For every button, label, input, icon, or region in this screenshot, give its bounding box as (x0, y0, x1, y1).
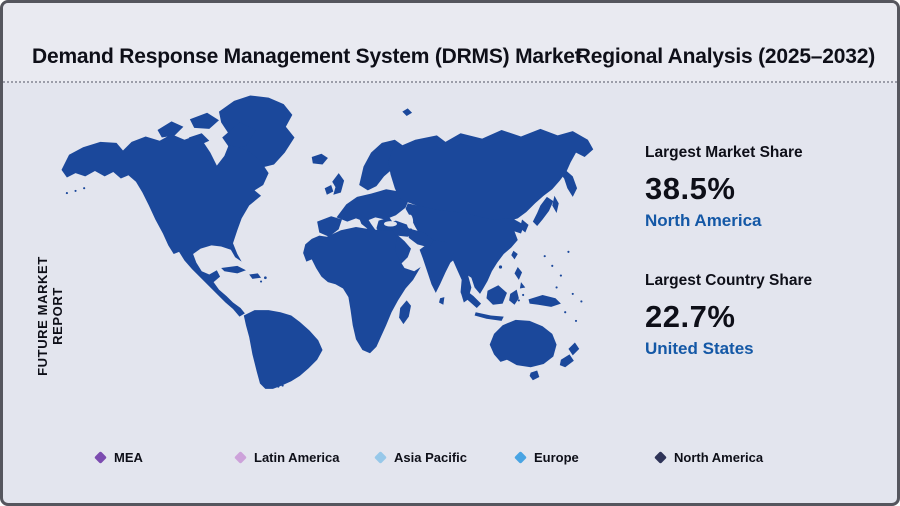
british-isles (324, 173, 345, 195)
australia (489, 319, 557, 368)
stat-value: 38.5% (645, 171, 736, 206)
latin-america-diamond-icon (234, 450, 247, 464)
legend-label: MEA (114, 449, 143, 465)
legend-label: Europe (534, 449, 579, 465)
stat-largest-market-share: Largest Market Share 38.5% North America (645, 144, 895, 231)
stat-label: Largest Market Share (645, 144, 803, 161)
iceland (311, 153, 328, 165)
tasmania (529, 370, 540, 381)
world-map (61, 95, 594, 389)
north-america (61, 134, 269, 317)
stat-label: Largest Country Share (645, 272, 813, 289)
stat-value: 22.7% (645, 299, 736, 334)
stat-region: North America (645, 211, 762, 230)
legend-label: North America (674, 449, 764, 465)
north-america-diamond-icon (654, 450, 667, 464)
new-guinea (528, 295, 561, 307)
legend-item-north-america: North America (654, 447, 764, 467)
caspian-sea (406, 214, 414, 229)
mea-diamond-icon (94, 450, 107, 464)
infographic-frame: Demand Response Management System (DRMS)… (0, 0, 900, 506)
taiwan-philippines (511, 250, 526, 289)
stats-panel: Largest Market Share 38.5% North America… (645, 144, 895, 400)
south-america (243, 310, 323, 389)
title-analysis: Regional Analysis (2025–2032) (575, 45, 875, 68)
pacific-islands (543, 250, 583, 322)
asia-pacific-diamond-icon (374, 450, 387, 464)
legend-label: Latin America (254, 449, 340, 465)
watermark-future-market-report: FUTURE MARKET REPORT (35, 256, 65, 376)
new-zealand (559, 342, 580, 368)
legend-label: Asia Pacific (394, 449, 467, 465)
legend-item-mea: MEA (94, 447, 143, 467)
legend-item-asia-pacific: Asia Pacific (374, 447, 467, 467)
madagascar (399, 300, 411, 325)
stat-largest-country-share: Largest Country Share 22.7% United State… (645, 272, 895, 359)
caribbean-islands (221, 265, 262, 279)
black-sea (384, 221, 397, 227)
europe-diamond-icon (514, 450, 527, 464)
title-market: Demand Response Management System (DRMS)… (32, 45, 582, 68)
header-band: Demand Response Management System (DRMS)… (3, 3, 897, 83)
legend-item-latin-america: Latin America (234, 447, 340, 467)
india (419, 240, 455, 305)
legend-item-europe: Europe (514, 447, 579, 467)
stat-region: United States (645, 339, 754, 358)
